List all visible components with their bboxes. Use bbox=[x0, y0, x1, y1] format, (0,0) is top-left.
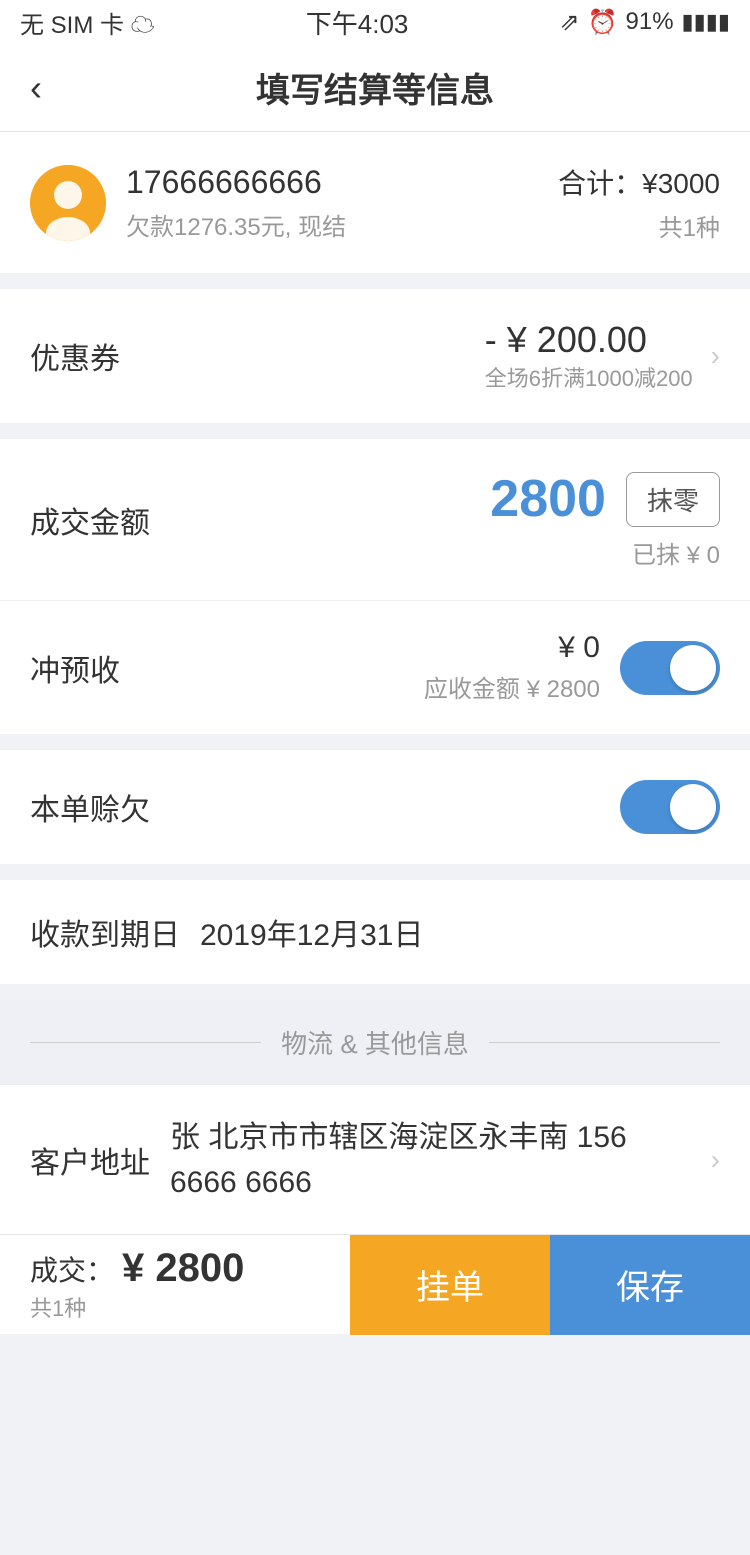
deal-amount-row: 成交金额 2800 抹零 已抹 ¥ 0 bbox=[0, 439, 750, 601]
total-count: 共1种 bbox=[558, 208, 720, 243]
bottom-summary: 成交： ¥ 2800 共1种 bbox=[0, 1246, 350, 1323]
battery-icon: ▮▮▮▮ bbox=[682, 9, 730, 35]
location-icon: ⇗ bbox=[560, 8, 580, 37]
address-value: 张 北京市市辖区海淀区永丰南 156 6666 6666 bbox=[170, 1115, 691, 1205]
prepay-label: 冲预收 bbox=[30, 646, 120, 690]
logistics-section: 物流 & 其他信息 bbox=[0, 1000, 750, 1085]
coupon-desc: 全场6折满1000减200 bbox=[485, 361, 693, 393]
round-zero-button[interactable]: 抹零 bbox=[626, 472, 720, 527]
prepay-receivable: 应收金额 ¥ 2800 bbox=[424, 669, 600, 704]
coupon-row[interactable]: 优惠券 - ¥ 200.00 全场6折满1000减200 › bbox=[0, 289, 750, 423]
customer-card: 17666666666 欠款1276.35元, 现结 合计：¥3000 共1种 bbox=[0, 132, 750, 273]
coupon-chevron-icon: › bbox=[711, 340, 720, 372]
nav-bar: ‹ 填写结算等信息 bbox=[0, 44, 750, 132]
address-row[interactable]: 客户地址 张 北京市市辖区海淀区永丰南 156 6666 6666 › bbox=[0, 1085, 750, 1235]
overdue-section: 本单赊欠 bbox=[0, 750, 750, 864]
hang-button[interactable]: 挂单 bbox=[350, 1235, 550, 1335]
deal-amount-section: 成交金额 2800 抹零 已抹 ¥ 0 冲预收 ¥ 0 应收金额 ¥ 2800 bbox=[0, 439, 750, 734]
address-chevron-icon: › bbox=[711, 1144, 720, 1176]
status-bar: 无 SIM 卡 ☁ 下午4:03 ⇗ ⏰ 91% ▮▮▮▮ bbox=[0, 0, 750, 44]
overdue-toggle-knob bbox=[670, 784, 716, 830]
due-date-row: 收款到期日 2019年12月31日 bbox=[0, 880, 750, 984]
due-date-value: 2019年12月31日 bbox=[200, 910, 423, 954]
prepay-amount: ¥ 0 bbox=[424, 631, 600, 665]
divider-left bbox=[30, 1042, 261, 1043]
no-sim-text: 无 SIM 卡 ☁ bbox=[20, 5, 155, 40]
customer-right: 合计：¥3000 共1种 bbox=[558, 162, 720, 243]
customer-phone: 17666666666 bbox=[126, 164, 346, 201]
back-button[interactable]: ‹ bbox=[30, 67, 42, 109]
save-button[interactable]: 保存 bbox=[550, 1235, 750, 1335]
deal-amount-value: 2800 bbox=[490, 469, 606, 529]
prepay-value: ¥ 0 应收金额 ¥ 2800 bbox=[424, 631, 600, 704]
customer-left: 17666666666 欠款1276.35元, 现结 bbox=[30, 164, 346, 242]
total-label: 合计： bbox=[558, 168, 642, 199]
divider-right bbox=[489, 1042, 720, 1043]
status-time: 下午4:03 bbox=[306, 4, 409, 41]
deal-amount-label: 成交金额 bbox=[30, 498, 150, 542]
alarm-icon: ⏰ bbox=[588, 8, 618, 37]
overdue-toggle[interactable] bbox=[620, 780, 720, 834]
status-left: 无 SIM 卡 ☁ bbox=[20, 5, 155, 40]
logistics-label: 物流 & 其他信息 bbox=[281, 1024, 469, 1061]
overdue-row: 本单赊欠 bbox=[0, 750, 750, 864]
overdue-label: 本单赊欠 bbox=[30, 785, 150, 829]
coupon-label: 优惠券 bbox=[30, 334, 120, 378]
page-title: 填写结算等信息 bbox=[256, 63, 494, 112]
bottom-deal-amount: ¥ 2800 bbox=[122, 1246, 244, 1291]
avatar bbox=[30, 165, 106, 241]
prepay-toggle[interactable] bbox=[620, 641, 720, 695]
bottom-deal: 成交： ¥ 2800 bbox=[30, 1246, 320, 1291]
bottom-deal-label: 成交： bbox=[30, 1249, 114, 1289]
customer-debt: 欠款1276.35元, 现结 bbox=[126, 207, 346, 242]
due-date-label: 收款到期日 bbox=[30, 910, 180, 954]
deal-amount-right: 2800 抹零 bbox=[490, 469, 720, 529]
battery-text: 91% bbox=[626, 8, 674, 36]
coupon-right: - ¥ 200.00 全场6折满1000减200 › bbox=[485, 319, 720, 393]
bottom-count: 共1种 bbox=[30, 1291, 320, 1323]
bottom-bar: 成交： ¥ 2800 共1种 挂单 保存 bbox=[0, 1234, 750, 1334]
wiped-text: 已抹 ¥ 0 bbox=[632, 535, 720, 570]
prepay-row: 冲预收 ¥ 0 应收金额 ¥ 2800 bbox=[0, 601, 750, 734]
total-amount: 合计：¥3000 bbox=[558, 162, 720, 202]
prepay-right: ¥ 0 应收金额 ¥ 2800 bbox=[424, 631, 720, 704]
content-area: 17666666666 欠款1276.35元, 现结 合计：¥3000 共1种 … bbox=[0, 132, 750, 1555]
toggle-knob bbox=[670, 645, 716, 691]
status-right: ⇗ ⏰ 91% ▮▮▮▮ bbox=[560, 8, 730, 37]
total-value: ¥3000 bbox=[642, 168, 720, 199]
address-label: 客户地址 bbox=[30, 1138, 150, 1182]
coupon-discount: - ¥ 200.00 bbox=[485, 319, 693, 361]
customer-info: 17666666666 欠款1276.35元, 现结 bbox=[126, 164, 346, 242]
